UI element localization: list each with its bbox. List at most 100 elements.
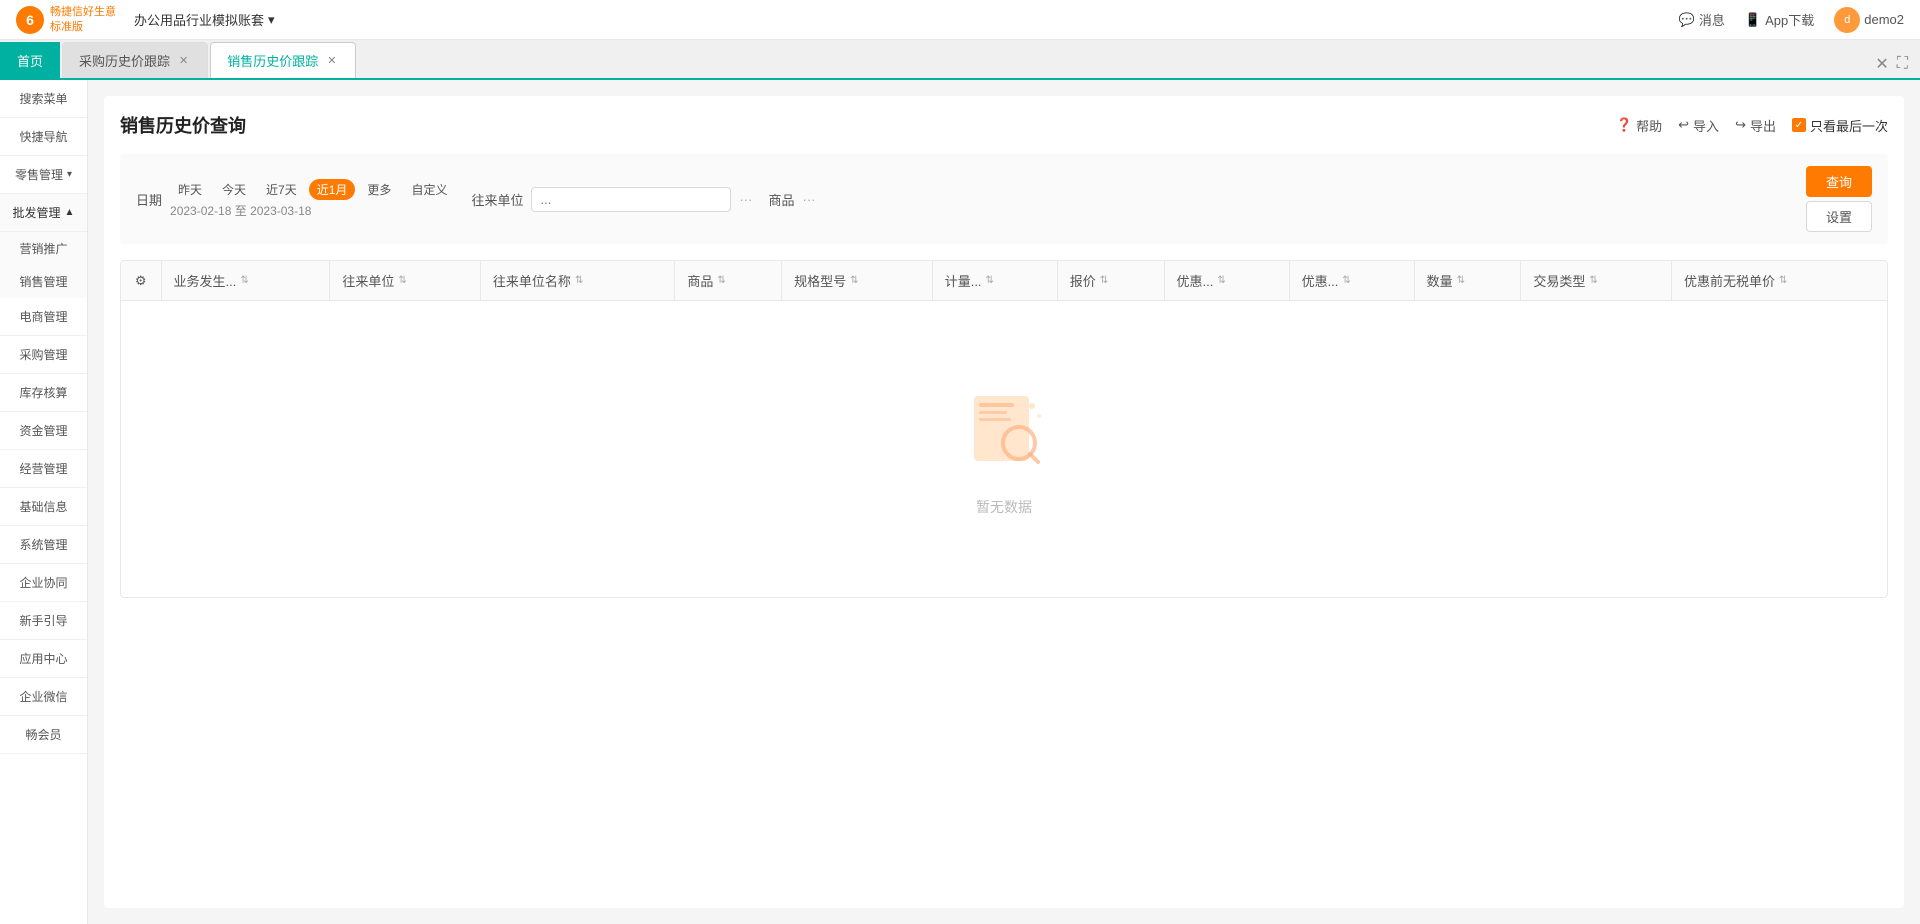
sort-icon: ⇅ (1589, 275, 1597, 286)
export-button[interactable]: ↪ 导出 (1735, 116, 1776, 135)
table-header-quantity[interactable]: 数量 ⇅ (1414, 261, 1521, 301)
app-download-action[interactable]: 📱 App下载 (1745, 10, 1814, 29)
date-btn-last7[interactable]: 近7天 (258, 179, 305, 200)
date-filter-group: 日期 昨天 今天 近7天 近1月 更多 自定义 2023-02-18 至 202… (136, 179, 455, 219)
sidebar-item-wholesale-mgmt[interactable]: 批发管理 ▲ (0, 194, 87, 232)
avatar: d (1834, 7, 1860, 33)
page-content: 销售历史价查询 ❓ 帮助 ↩ 导入 ↪ 导出 (88, 80, 1920, 924)
date-btn-last1m[interactable]: 近1月 (309, 179, 356, 200)
header-left: 6 畅捷信好生意 标准版 办公用品行业模拟账套 ▾ (16, 5, 283, 34)
sort-icon: ⇅ (1100, 275, 1108, 286)
table-header-settings[interactable]: ⚙ (121, 261, 161, 301)
logo-icon: 6 (16, 6, 44, 34)
table-header-trade-type[interactable]: 交易类型 ⇅ (1521, 261, 1672, 301)
date-btn-today[interactable]: 今天 (214, 179, 254, 200)
sort-icon: ⇅ (1217, 275, 1225, 286)
date-btn-yesterday[interactable]: 昨天 (170, 179, 210, 200)
phone-icon: 📱 (1745, 12, 1761, 28)
sidebar-item-system-mgmt[interactable]: 系统管理 (0, 526, 87, 564)
date-label: 日期 (136, 190, 162, 209)
tab-home[interactable]: 首页 (0, 42, 60, 78)
product-filter-group: 商品 ··· (768, 190, 815, 209)
sort-icon: ⇅ (1457, 275, 1465, 286)
table-header-pretax-price[interactable]: 优惠前无税单价 ⇅ (1671, 261, 1887, 301)
query-button[interactable]: 查询 (1806, 166, 1872, 197)
empty-text: 暂无数据 (976, 497, 1032, 517)
sidebar-item-ecommerce-mgmt[interactable]: 电商管理 (0, 298, 87, 336)
date-range-text: 2023-02-18 至 2023-03-18 (170, 202, 455, 219)
date-btn-custom[interactable]: 自定义 (403, 179, 455, 200)
user-profile[interactable]: d demo2 (1834, 7, 1904, 33)
only-last-checkbox-label[interactable]: ✓ 只看最后一次 (1792, 116, 1888, 135)
filter-right-actions: 查询 设置 (1806, 166, 1872, 232)
sidebar-item-finance-mgmt[interactable]: 资金管理 (0, 412, 87, 450)
sidebar-item-inventory-check[interactable]: 库存核算 (0, 374, 87, 412)
sidebar-item-app-center[interactable]: 应用中心 (0, 640, 87, 678)
chevron-up-icon: ▲ (65, 207, 75, 218)
sort-icon: ⇅ (717, 275, 725, 286)
close-sales-tab-icon[interactable]: ✕ (324, 53, 339, 68)
gear-icon: ⚙ (135, 273, 147, 288)
close-purchase-tab-icon[interactable]: ✕ (176, 53, 191, 68)
table-header-spec[interactable]: 规格型号 ⇅ (782, 261, 933, 301)
close-window-icon[interactable]: ✕ (1875, 54, 1888, 74)
tab-bar: 首页 采购历史价跟踪 ✕ 销售历史价跟踪 ✕ ✕ ⛶ (0, 40, 1920, 80)
main-layout: 搜索菜单 快捷导航 零售管理 ▾ 批发管理 ▲ 营销推广 销售管理 电商管理 采… (0, 80, 1920, 924)
help-button[interactable]: ❓ 帮助 (1616, 116, 1662, 135)
message-action[interactable]: 💬 消息 (1679, 10, 1725, 29)
page-actions: ❓ 帮助 ↩ 导入 ↪ 导出 ✓ 只看最后一次 (1616, 116, 1888, 135)
date-btn-more[interactable]: 更多 (359, 179, 399, 200)
sort-icon: ⇅ (240, 275, 248, 286)
sort-icon: ⇅ (1342, 275, 1350, 286)
sidebar-item-marketing-promo[interactable]: 营销推广 (0, 232, 87, 265)
sort-icon: ⇅ (986, 275, 994, 286)
message-icon: 💬 (1679, 12, 1695, 28)
product-label: 商品 (768, 190, 794, 209)
page-title-row: 销售历史价查询 ❓ 帮助 ↩ 导入 ↪ 导出 (120, 112, 1888, 138)
tab-sales-history[interactable]: 销售历史价跟踪 ✕ (210, 42, 356, 78)
settings-button[interactable]: 设置 (1806, 201, 1872, 232)
table-header-biz-date[interactable]: 业务发生... ⇅ (161, 261, 330, 301)
sidebar-item-operations-mgmt[interactable]: 经营管理 (0, 450, 87, 488)
empty-state: 暂无数据 (121, 301, 1887, 597)
top-header: 6 畅捷信好生意 标准版 办公用品行业模拟账套 ▾ 💬 消息 📱 App下载 d… (0, 0, 1920, 40)
sidebar-item-sales-mgmt[interactable]: 销售管理 (0, 265, 87, 298)
import-button[interactable]: ↩ 导入 (1678, 116, 1719, 135)
table-header-partner-name[interactable]: 往来单位名称 ⇅ (480, 261, 674, 301)
date-options: 昨天 今天 近7天 近1月 更多 自定义 (170, 179, 455, 200)
product-dots: ··· (802, 192, 815, 207)
import-icon: ↩ (1678, 117, 1689, 133)
sidebar-item-quick-nav[interactable]: 快捷导航 (0, 118, 87, 156)
data-table: ⚙ 业务发生... ⇅ 往来单 (121, 261, 1887, 301)
checkbox-checked-icon: ✓ (1792, 118, 1806, 132)
customer-dots: ··· (739, 192, 752, 207)
sidebar-item-enterprise-wechat[interactable]: 企业微信 (0, 678, 87, 716)
sidebar-item-purchase-mgmt[interactable]: 采购管理 (0, 336, 87, 374)
table-header-discount2[interactable]: 优惠... ⇅ (1289, 261, 1414, 301)
tab-purchase-history[interactable]: 采购历史价跟踪 ✕ (62, 42, 208, 78)
export-icon: ↪ (1735, 117, 1746, 133)
sidebar-item-retail-mgmt[interactable]: 零售管理 ▾ (0, 156, 87, 194)
table-header-unit[interactable]: 计量... ⇅ (932, 261, 1057, 301)
sort-icon: ⇅ (1779, 275, 1787, 286)
sidebar-item-enterprise-coop[interactable]: 企业协同 (0, 564, 87, 602)
sidebar: 搜索菜单 快捷导航 零售管理 ▾ 批发管理 ▲ 营销推广 销售管理 电商管理 采… (0, 80, 88, 924)
workspace-selector[interactable]: 办公用品行业模拟账套 ▾ (126, 10, 283, 29)
help-icon: ❓ (1616, 117, 1632, 133)
page-card: 销售历史价查询 ❓ 帮助 ↩ 导入 ↪ 导出 (104, 96, 1904, 908)
customer-filter-group: 往来单位 ··· (471, 187, 752, 212)
sidebar-item-basic-info[interactable]: 基础信息 (0, 488, 87, 526)
table-header-partner-code[interactable]: 往来单位 ⇅ (330, 261, 481, 301)
table-header-product[interactable]: 商品 ⇅ (675, 261, 782, 301)
table-header-price[interactable]: 报价 ⇅ (1057, 261, 1164, 301)
content-area: 销售历史价查询 ❓ 帮助 ↩ 导入 ↪ 导出 (88, 80, 1920, 924)
table-header-discount1[interactable]: 优惠... ⇅ (1164, 261, 1289, 301)
customer-input[interactable] (531, 187, 731, 212)
sidebar-item-membership[interactable]: 畅会员 (0, 716, 87, 754)
sidebar-item-search-menu[interactable]: 搜索菜单 (0, 80, 87, 118)
maximize-icon[interactable]: ⛶ (1897, 55, 1908, 73)
sort-icon: ⇅ (850, 275, 858, 286)
filter-row: 日期 昨天 今天 近7天 近1月 更多 自定义 2023-02-18 至 202… (120, 154, 1888, 244)
sort-icon: ⇅ (398, 275, 406, 286)
sidebar-item-beginner-guide[interactable]: 新手引导 (0, 602, 87, 640)
